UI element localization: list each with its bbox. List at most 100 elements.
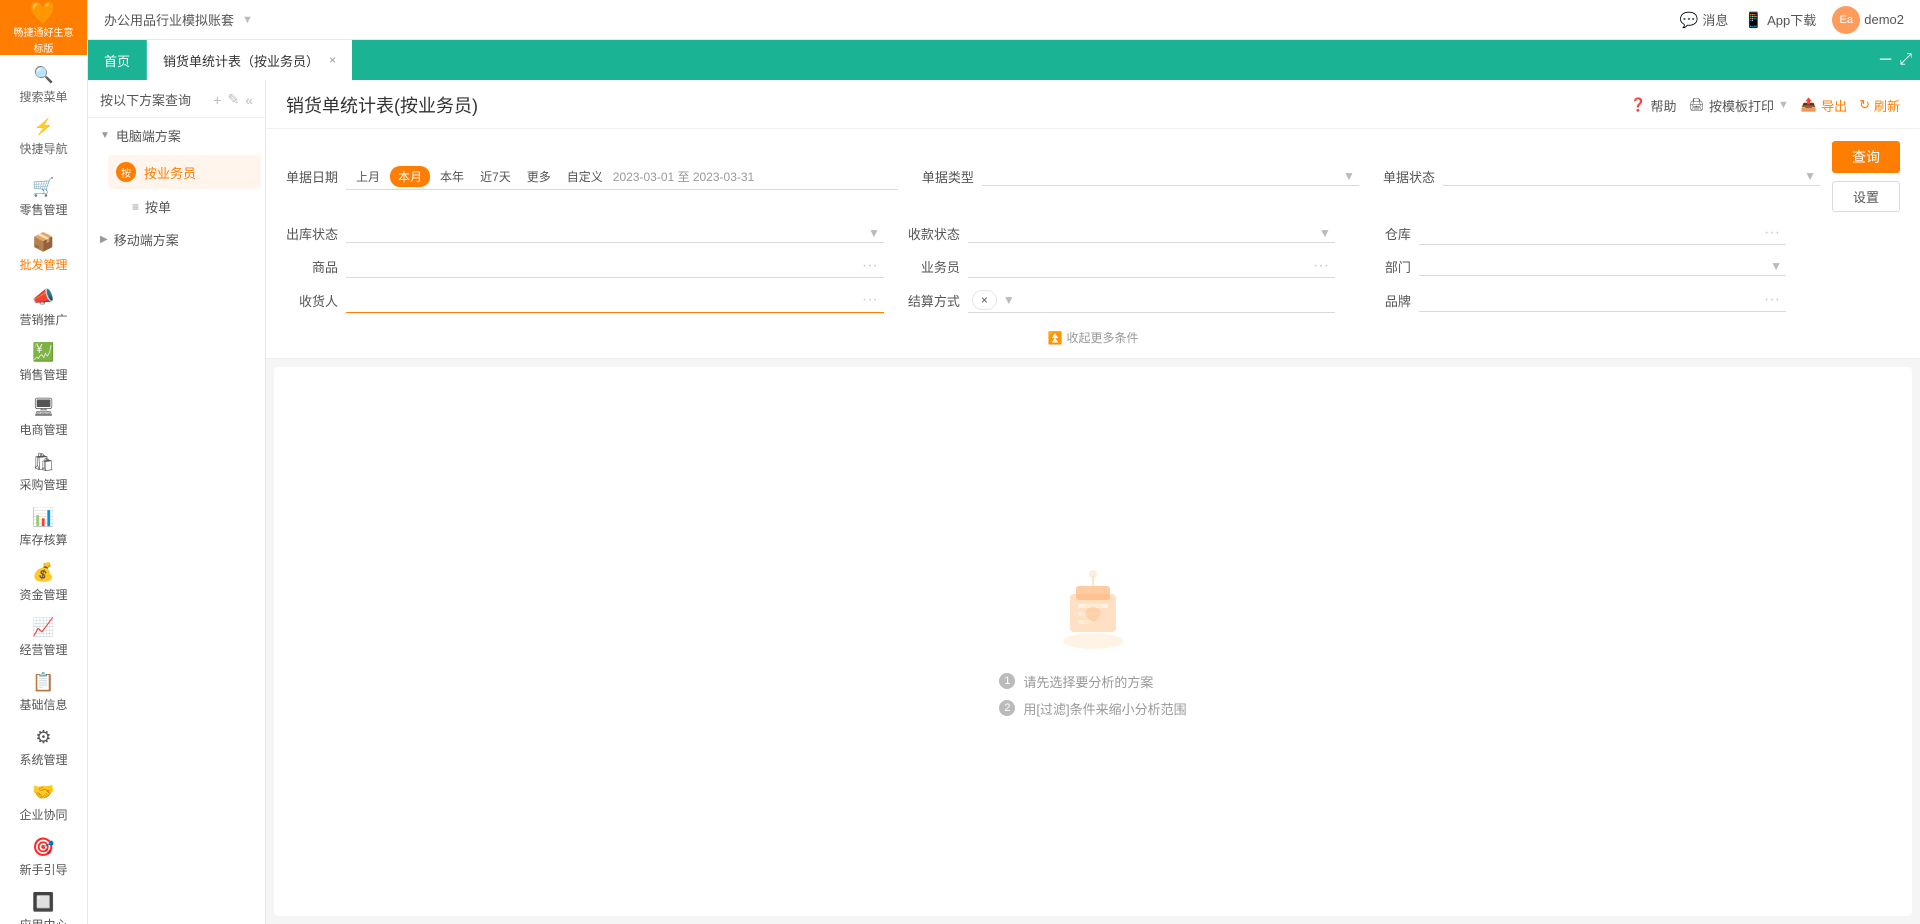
collapse-filter-btn[interactable]: ⏫ 收起更多条件 bbox=[286, 323, 1900, 350]
refresh-btn[interactable]: ↻ 刷新 bbox=[1859, 96, 1900, 115]
app-dropdown-label[interactable]: 办公用品行业模拟账套 bbox=[104, 10, 234, 29]
doc-status-label: 单据状态 bbox=[1383, 167, 1435, 186]
sidebar-item-basic[interactable]: 📋 基础信息 bbox=[0, 664, 87, 719]
settlement-tag: × bbox=[972, 290, 997, 310]
salesperson-label: 业务员 bbox=[908, 257, 960, 276]
message-btn[interactable]: 💬 消息 bbox=[1680, 10, 1729, 29]
app-dropdown-arrow[interactable]: ▼ bbox=[242, 14, 253, 26]
help-icon: ❓ bbox=[1630, 97, 1646, 113]
help-btn[interactable]: ❓ 帮助 bbox=[1630, 96, 1676, 115]
sidebar-item-label: 资金管理 bbox=[19, 586, 67, 603]
ship-status-select[interactable]: ▼ bbox=[346, 224, 884, 243]
brand-dots[interactable]: ··· bbox=[1762, 291, 1782, 309]
dept-arrow: ▼ bbox=[1770, 259, 1782, 273]
doc-type-label: 单据类型 bbox=[922, 167, 974, 186]
tab-close-btn[interactable]: × bbox=[329, 53, 336, 67]
product-dots[interactable]: ··· bbox=[860, 257, 880, 275]
payment-status-select[interactable]: ▼ bbox=[968, 224, 1335, 243]
sidebar-item-sales[interactable]: 💹 销售管理 bbox=[0, 334, 87, 389]
sidebar-item-cooperation[interactable]: 🤝 企业协同 bbox=[0, 774, 87, 829]
tip1-text: 请先选择要分析的方案 bbox=[1023, 672, 1153, 691]
salesperson-dots[interactable]: ··· bbox=[1311, 257, 1331, 275]
logo-sub: 标版 bbox=[34, 40, 54, 55]
add-scheme-btn[interactable]: + bbox=[213, 92, 221, 108]
brand-label: 品牌 bbox=[1359, 291, 1411, 310]
date-wrap: 上月 本月 本年 近7天 更多 自定义 2023-03-01 至 2023-03… bbox=[346, 164, 898, 190]
sidebar-logo[interactable]: 🧡 畅捷通好生意 标版 bbox=[0, 0, 88, 55]
maximize-btn[interactable]: ⤢ bbox=[1899, 51, 1912, 69]
main-area: 办公用品行业模拟账套 ▼ 💬 消息 📱 App下载 Ea demo2 首页 销货… bbox=[88, 0, 1920, 924]
wholesale-icon: 📦 bbox=[32, 232, 54, 253]
date-last-month-btn[interactable]: 上月 bbox=[350, 166, 386, 187]
sidebar-item-system[interactable]: ⚙ 系统管理 bbox=[0, 719, 87, 774]
app-download-btn[interactable]: 📱 App下载 bbox=[1744, 10, 1816, 29]
sidebar-item-inventory[interactable]: 📊 库存核算 bbox=[0, 499, 87, 554]
print-btn[interactable]: 🖨 按模板打印 ▼ bbox=[1688, 96, 1788, 115]
collapse-scheme-btn[interactable]: « bbox=[245, 92, 253, 108]
tip2-text: 用[过滤]条件来缩小分析范围 bbox=[1023, 699, 1186, 718]
sidebar-item-marketing[interactable]: 📣 营销推广 bbox=[0, 279, 87, 334]
search-icon: 🔍 bbox=[34, 65, 54, 85]
mobile-scheme-group: ▶ 移动端方案 bbox=[88, 222, 265, 257]
query-button[interactable]: 查询 bbox=[1832, 141, 1900, 173]
mobile-group-header[interactable]: ▶ 移动端方案 bbox=[88, 222, 265, 257]
edit-scheme-btn[interactable]: ✎ bbox=[227, 91, 239, 108]
nav-icon: ⚡ bbox=[34, 117, 54, 137]
minimize-btn[interactable]: ─ bbox=[1880, 51, 1891, 69]
date-custom-btn[interactable]: 自定义 bbox=[561, 166, 609, 187]
scheme-by-salesperson[interactable]: 按 按业务员 bbox=[108, 155, 261, 189]
inventory-icon: 📊 bbox=[32, 507, 54, 528]
sidebar-item-purchase[interactable]: 🛍 采购管理 bbox=[0, 444, 87, 499]
page-title: 销货单统计表(按业务员) bbox=[286, 92, 478, 118]
user-menu[interactable]: Ea demo2 bbox=[1832, 6, 1904, 34]
date-label: 单据日期 bbox=[286, 167, 338, 186]
sidebar-item-apps[interactable]: 🔲 应用中心 bbox=[0, 884, 87, 924]
doc-status-select[interactable]: ▼ bbox=[1443, 167, 1820, 186]
dept-select[interactable]: ▼ bbox=[1419, 257, 1786, 276]
sidebar-item-newbie[interactable]: 🎯 新手引导 bbox=[0, 829, 87, 884]
sidebar-item-retail[interactable]: 🛒 零售管理 bbox=[0, 169, 87, 224]
doc-type-select[interactable]: ▼ bbox=[982, 167, 1359, 186]
sidebar-item-label: 库存核算 bbox=[19, 531, 67, 548]
desktop-group-header[interactable]: ▼ 电脑端方案 bbox=[88, 118, 265, 153]
search-label: 搜索菜单 bbox=[19, 88, 67, 105]
tab-active[interactable]: 销货单统计表（按业务员） × bbox=[147, 40, 352, 80]
print-label: 按模板打印 bbox=[1709, 96, 1774, 115]
date-range: 2023-03-01 至 2023-03-31 bbox=[613, 168, 754, 185]
empty-state: 1 请先选择要分析的方案 2 用[过滤]条件来缩小分析范围 bbox=[274, 367, 1912, 916]
sidebar-item-label: 系统管理 bbox=[19, 751, 67, 768]
export-btn[interactable]: 📤 导出 bbox=[1801, 96, 1847, 115]
warehouse-dots[interactable]: ··· bbox=[1762, 224, 1782, 242]
content-area: 按以下方案查询 + ✎ « ▼ 电脑端方案 按 按业务 bbox=[88, 80, 1920, 924]
dept-field: 部门 ▼ bbox=[1359, 257, 1786, 276]
date-more-btn[interactable]: 更多 bbox=[521, 166, 557, 187]
header-left: 办公用品行业模拟账套 ▼ bbox=[104, 10, 253, 29]
quick-nav[interactable]: ⚡ 快捷导航 bbox=[0, 111, 87, 161]
sidebar-item-finance[interactable]: 💰 资金管理 bbox=[0, 554, 87, 609]
app-download-icon: 📱 bbox=[1744, 11, 1763, 29]
sidebar-item-label: 应用中心 bbox=[19, 916, 67, 924]
print-dropdown-arrow[interactable]: ▼ bbox=[1778, 99, 1789, 111]
date-this-year-btn[interactable]: 本年 bbox=[434, 166, 470, 187]
consignee-dots[interactable]: ··· bbox=[860, 291, 880, 309]
sidebar-item-label: 经营管理 bbox=[19, 641, 67, 658]
scheme-by-order[interactable]: ≡ 按单 bbox=[104, 191, 265, 222]
sidebar-item-label: 零售管理 bbox=[19, 201, 67, 218]
filter-row-4: 收货人 ··· 结算方式 × ▼ bbox=[286, 288, 1900, 313]
sidebar-item-operation[interactable]: 📈 经营管理 bbox=[0, 609, 87, 664]
settlement-tag-close[interactable]: × bbox=[981, 293, 988, 307]
tab-home[interactable]: 首页 bbox=[88, 40, 147, 80]
settlement-arrow[interactable]: ▼ bbox=[1003, 293, 1015, 307]
search-menu[interactable]: 🔍 搜索菜单 bbox=[0, 55, 87, 111]
setup-button[interactable]: 设置 bbox=[1832, 181, 1900, 212]
export-icon: 📤 bbox=[1801, 97, 1817, 113]
sidebar-item-wholesale[interactable]: 📦 批发管理 bbox=[0, 224, 87, 279]
date-7days-btn[interactable]: 近7天 bbox=[474, 166, 517, 187]
consignee-input-wrap: ··· bbox=[346, 289, 884, 313]
tab-bar: 首页 销货单统计表（按业务员） × ─ ⤢ bbox=[88, 40, 1920, 80]
left-panel-header: 按以下方案查询 + ✎ « bbox=[88, 80, 265, 118]
desktop-group-label: 电脑端方案 bbox=[116, 126, 181, 145]
sidebar-item-ecommerce[interactable]: 🖥 电商管理 bbox=[0, 389, 87, 444]
consignee-input[interactable] bbox=[350, 291, 856, 310]
date-this-month-btn[interactable]: 本月 bbox=[390, 166, 430, 187]
